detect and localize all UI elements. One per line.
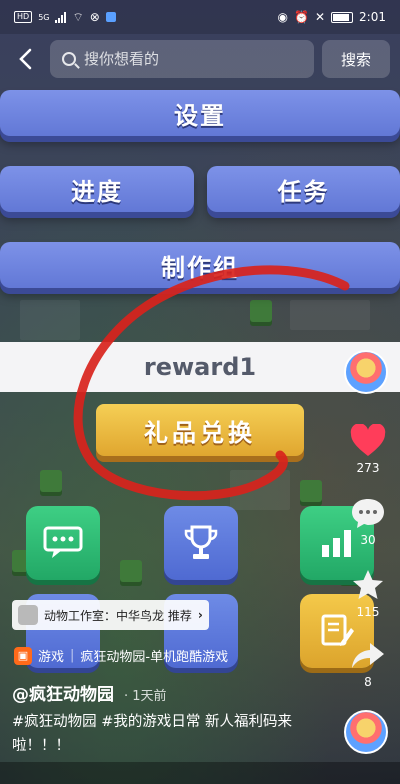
recommend-tag-text: 动物工作室：中华鸟龙 推荐	[44, 608, 192, 623]
author-name[interactable]: @疯狂动物园	[12, 680, 114, 705]
chevron-left-icon	[19, 48, 32, 70]
reward-code-text: reward1	[143, 353, 257, 381]
music-disc-avatar[interactable]	[344, 710, 388, 754]
game-link[interactable]: ▣ 游戏 | 疯狂动物园-单机跑酷游戏	[14, 646, 228, 665]
search-box[interactable]	[50, 40, 314, 78]
like-button[interactable]: 273	[346, 423, 390, 475]
alarm-icon: ⏰	[294, 10, 309, 24]
mute-icon: ✕	[314, 10, 326, 24]
hd-badge: HD	[14, 11, 33, 23]
star-icon	[353, 570, 383, 599]
search-header: 搜索	[0, 38, 400, 80]
favorite-count: 115	[356, 605, 380, 619]
game-controller-icon: ▣	[14, 646, 32, 665]
bottom-strip	[0, 762, 400, 784]
app-notification-icon	[105, 12, 116, 22]
clock: 2:01	[359, 10, 386, 24]
chevron-right-icon: ›	[197, 608, 203, 622]
recommend-tag[interactable]: 动物工作室：中华鸟龙 推荐 ›	[12, 600, 209, 630]
tasks-button[interactable]: 任务	[207, 166, 400, 212]
share-arrow-icon	[352, 643, 384, 668]
comment-count: 30	[360, 533, 376, 547]
trophy-icon	[184, 525, 218, 559]
signal-icon	[55, 11, 67, 23]
search-button[interactable]: 搜索	[322, 40, 390, 78]
redeem-gift-button[interactable]: 礼品兑换	[96, 404, 304, 456]
status-bar: HD 5G ⌔ ⊗ ◉ ⏰ ✕ 2:01	[0, 0, 400, 34]
game-name: 疯狂动物园-单机跑酷游戏	[80, 650, 229, 665]
post-time: · 1天前	[124, 689, 167, 704]
search-input[interactable]	[84, 50, 294, 68]
studio-thumbnail	[18, 605, 38, 625]
battery-icon	[331, 11, 354, 23]
game-category: 游戏	[38, 650, 65, 665]
comment-button[interactable]: 30	[346, 496, 390, 547]
leaderboard-tile[interactable]	[164, 506, 238, 580]
comment-icon	[352, 499, 384, 528]
share-button[interactable]: 8	[346, 640, 390, 689]
eye-icon: ◉	[277, 10, 289, 24]
author-row: @疯狂动物园 · 1天前	[12, 680, 167, 705]
wifi-icon: ⌔	[72, 9, 84, 24]
heart-icon	[350, 423, 386, 456]
share-count: 8	[364, 675, 372, 689]
reward-code-field[interactable]: reward1	[0, 342, 400, 392]
settings-button[interactable]: 设置	[0, 90, 400, 136]
divider: |	[70, 648, 75, 663]
data-saver-icon: ⊗	[89, 10, 100, 24]
progress-button[interactable]: 进度	[0, 166, 194, 212]
video-description: #疯狂动物园 #我的游戏日常 新人福利码来啦！！！	[12, 714, 293, 754]
chat-tile[interactable]	[26, 506, 100, 580]
back-button[interactable]	[0, 38, 50, 80]
favorite-button[interactable]: 115	[346, 568, 390, 619]
search-icon	[62, 52, 76, 66]
like-count: 273	[356, 461, 380, 475]
creator-avatar[interactable]	[344, 350, 388, 394]
credits-button[interactable]: 制作组	[0, 242, 400, 288]
chat-icon	[43, 526, 83, 558]
network-type: 5G	[38, 12, 50, 22]
